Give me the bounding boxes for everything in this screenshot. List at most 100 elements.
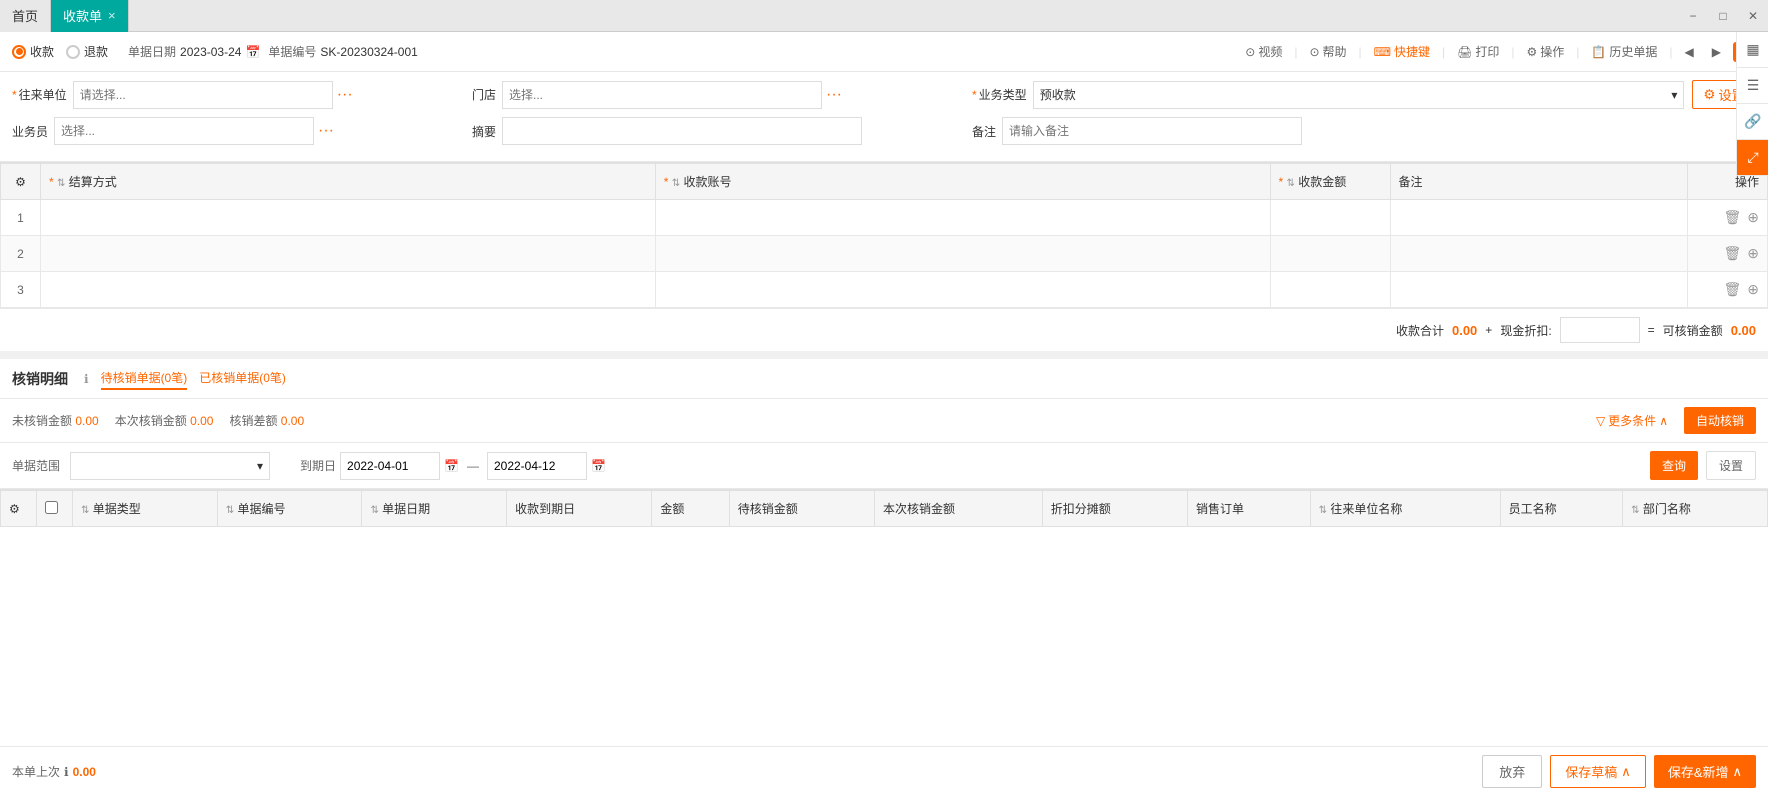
prev-button[interactable]: ◀ [1679, 43, 1700, 61]
receipt-radio-dot [12, 45, 26, 59]
window-controls: − □ ✕ [1678, 0, 1768, 32]
bottom-actions: 放弃 保存草稿 ∧ 保存&新增 ∧ [1482, 755, 1756, 788]
operation-button[interactable]: ⚙ 操作 [1521, 41, 1571, 62]
row-1-copy-icon[interactable]: ⊕ [1747, 209, 1759, 226]
writeoff-section: 核销明细 ℹ 待核销单据(0笔) 已核销单据(0笔) 未核销金额 0.00 本次… [0, 359, 1768, 527]
help-button[interactable]: ⊙ 帮助 [1303, 41, 1352, 62]
account-header: * ⇅ 收款账号 [655, 164, 1270, 200]
row-1-amount[interactable] [1270, 200, 1390, 236]
main-container: 收款 退款 单据日期 2023-03-24 📅 单据编号 SK-20230324… [0, 32, 1768, 796]
current-value: 0.00 [190, 414, 213, 428]
video-button[interactable]: ⊙ 视频 [1239, 41, 1288, 62]
row-1-action: 🗑 ⊕ [1688, 200, 1768, 236]
sidebar-table-icon[interactable]: ▦ [1737, 32, 1768, 68]
sidebar-link-icon[interactable]: 🔗 [1737, 104, 1768, 140]
tab-close-icon[interactable]: × [108, 8, 116, 23]
sidebar-list-icon[interactable]: ☰ [1737, 68, 1768, 104]
row-1-delete-icon[interactable]: 🗑 [1723, 209, 1741, 226]
more-conditions-button[interactable]: ▽ 更多条件 ∧ [1596, 412, 1668, 429]
row-2-amount[interactable] [1270, 236, 1390, 272]
refund-radio[interactable]: 退款 [66, 43, 108, 60]
select-all-checkbox[interactable] [45, 501, 58, 514]
row-3-settlement[interactable] [41, 272, 656, 308]
pending-tab[interactable]: 待核销单据(0笔) [101, 367, 188, 390]
writeoff-settings-button[interactable]: 设置 [1706, 451, 1756, 480]
remark-field: 备注 [972, 117, 1756, 145]
row-2-settlement[interactable] [41, 236, 656, 272]
bt-checkbox-header[interactable] [37, 491, 73, 527]
number-label: 单据编号 [268, 43, 316, 60]
tab-home[interactable]: 首页 [0, 0, 51, 32]
net-label: 可核销金额 [1663, 322, 1723, 339]
partner-field: * 往来单位 ··· [12, 81, 432, 109]
receipt-table-container: ⚙ * ⇅ 结算方式 * ⇅ 收款账号 * ⇅ 收款金额 [0, 162, 1768, 308]
calendar-from-icon[interactable]: 📅 [444, 459, 459, 473]
minimize-button[interactable]: − [1678, 0, 1708, 32]
row-1-account[interactable] [655, 200, 1270, 236]
tab-receipt[interactable]: 收款单 × [51, 0, 129, 32]
row-2-account[interactable] [655, 236, 1270, 272]
save-new-button[interactable]: 保存&新增 ∧ [1654, 755, 1756, 788]
row-3-amount[interactable] [1270, 272, 1390, 308]
row-1-settlement[interactable] [41, 200, 656, 236]
staff-input[interactable] [54, 117, 314, 145]
table-row: 3 🗑 ⊕ [1, 272, 1768, 308]
calendar-icon[interactable]: 📅 [245, 45, 260, 59]
next-button[interactable]: ▶ [1706, 43, 1727, 61]
sidebar-expand-icon[interactable]: ⤢ [1737, 140, 1768, 176]
toolbar-row: 收款 退款 单据日期 2023-03-24 📅 单据编号 SK-20230324… [0, 32, 1768, 72]
row-3-delete-icon[interactable]: 🗑 [1723, 281, 1741, 298]
date-to-input[interactable] [487, 452, 587, 480]
row-2-copy-icon[interactable]: ⊕ [1747, 245, 1759, 262]
row-2-remark[interactable] [1390, 236, 1687, 272]
query-button[interactable]: 查询 [1650, 451, 1698, 480]
history-button[interactable]: 📋 历史单据 [1585, 41, 1663, 62]
date-from-input[interactable] [340, 452, 440, 480]
bt-settings-header[interactable]: ⚙ [1, 491, 37, 527]
row-3-account[interactable] [655, 272, 1270, 308]
bottom-spacer [0, 527, 1768, 567]
partner-more-icon[interactable]: ··· [337, 86, 353, 104]
shop-input[interactable] [502, 81, 822, 109]
receipt-radio[interactable]: 收款 [12, 43, 54, 60]
abandon-button[interactable]: 放弃 [1482, 755, 1542, 788]
calendar-to-icon[interactable]: 📅 [591, 459, 606, 473]
bt-discount-header: 折扣分摊额 [1042, 491, 1187, 527]
auto-writeoff-button[interactable]: 自动核销 [1684, 407, 1756, 434]
bottom-table-container: ⚙ ⇅ 单据类型 ⇅ 单据编号 ⇅ [0, 489, 1768, 527]
row-3-copy-icon[interactable]: ⊕ [1747, 281, 1759, 298]
maximize-button[interactable]: □ [1708, 0, 1738, 32]
save-draft-button[interactable]: 保存草稿 ∧ [1550, 755, 1646, 788]
close-button[interactable]: ✕ [1738, 0, 1768, 32]
range-select[interactable]: ▾ [70, 452, 270, 480]
current-stat: 本次核销金额 0.00 [115, 412, 214, 429]
receipt-table-body: 1 🗑 ⊕ 2 [1, 200, 1768, 308]
bt-doctype-header: ⇅ 单据类型 [73, 491, 218, 527]
bottom-info: 本单上次 ℹ 0.00 [12, 763, 96, 780]
row-2-delete-icon[interactable]: 🗑 [1723, 245, 1741, 262]
bt-docdate-header: ⇅ 单据日期 [362, 491, 507, 527]
shop-more-icon[interactable]: ··· [826, 86, 842, 104]
staff-more-icon[interactable]: ··· [318, 122, 334, 140]
equals-sign: = [1648, 323, 1655, 337]
help-icon: ⊙ [1309, 45, 1319, 59]
table-settings-header[interactable]: ⚙ [1, 164, 41, 200]
done-tab[interactable]: 已核销单据(0笔) [199, 367, 286, 390]
print-button[interactable]: 🖨 打印 [1451, 41, 1505, 62]
row-2-num: 2 [1, 236, 41, 272]
biz-type-select[interactable]: 预收款 ▾ [1033, 81, 1685, 109]
summary-label: 摘要 [472, 123, 496, 140]
writeoff-toolbar: 单据范围 ▾ 到期日 📅 — 📅 查询 设置 [0, 443, 1768, 489]
shortcut-button[interactable]: ⌨ 快捷键 [1368, 41, 1436, 62]
row-3-remark[interactable] [1390, 272, 1687, 308]
writeoff-info-icon[interactable]: ℹ [84, 372, 89, 386]
partner-input[interactable] [73, 81, 333, 109]
row-1-remark[interactable] [1390, 200, 1687, 236]
discount-input[interactable] [1560, 317, 1640, 343]
receipt-table: ⚙ * ⇅ 结算方式 * ⇅ 收款账号 * ⇅ 收款金额 [0, 163, 1768, 308]
summary-input[interactable] [502, 117, 862, 145]
staff-field: 业务员 ··· [12, 117, 432, 145]
row-2-action: 🗑 ⊕ [1688, 236, 1768, 272]
remark-input[interactable] [1002, 117, 1302, 145]
row-3-num: 3 [1, 272, 41, 308]
